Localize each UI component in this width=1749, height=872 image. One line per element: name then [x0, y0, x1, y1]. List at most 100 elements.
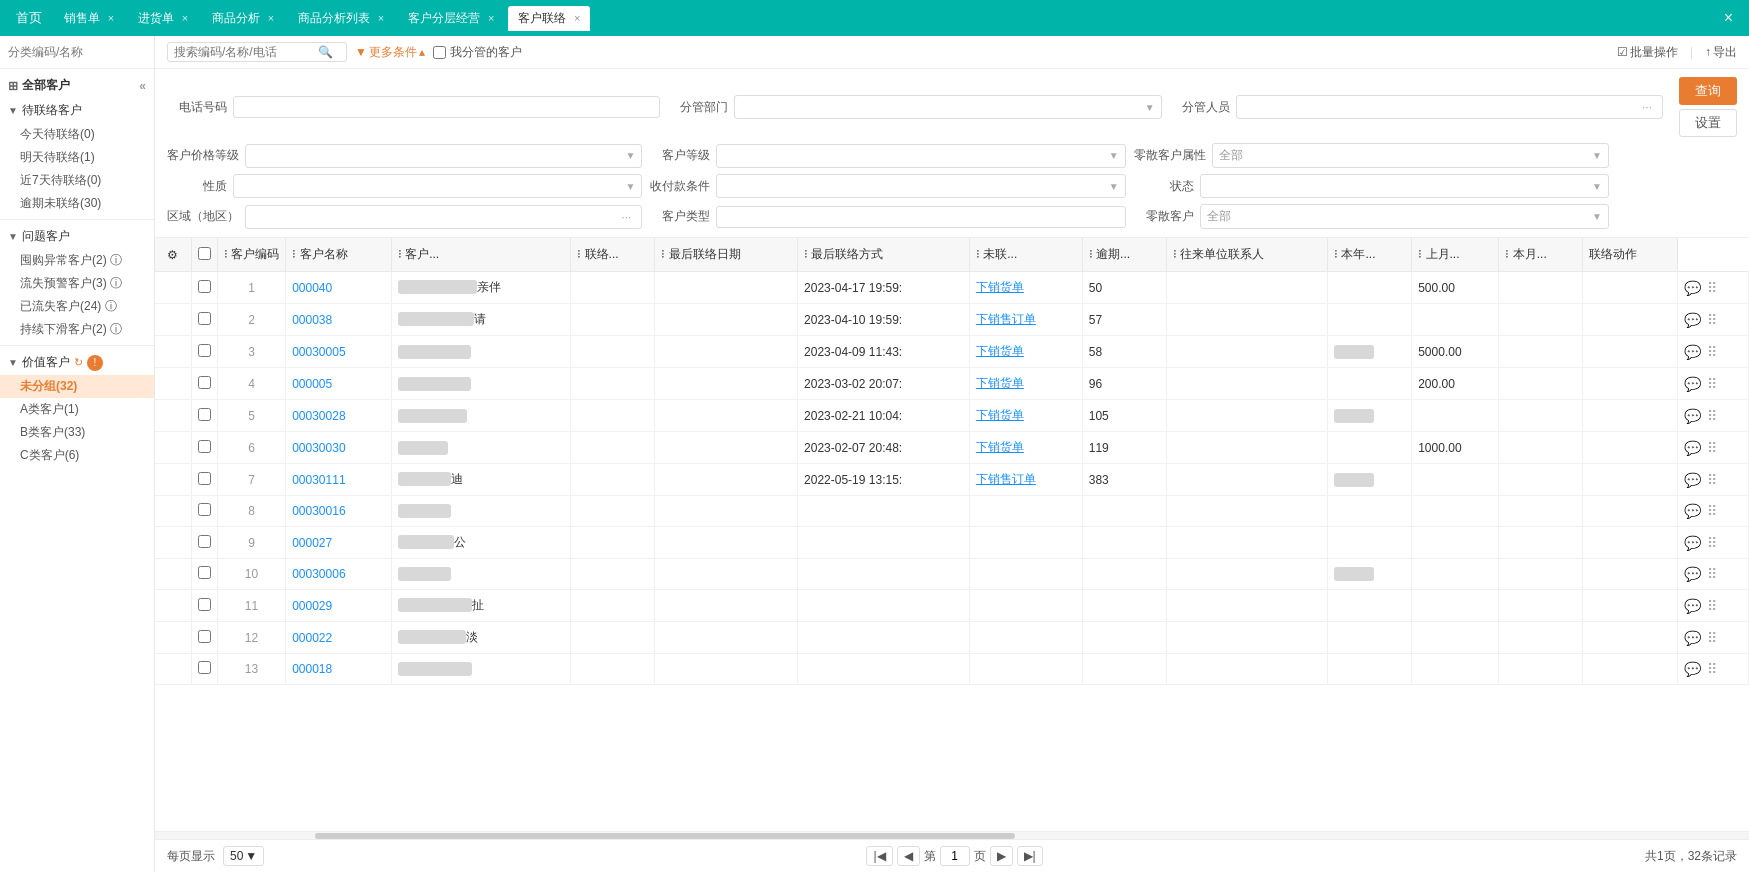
row-checkbox[interactable]: [198, 535, 211, 548]
chat-icon[interactable]: 💬: [1684, 344, 1701, 360]
refresh-icon[interactable]: ↻: [74, 356, 83, 369]
row-checkbox[interactable]: [198, 312, 211, 325]
query-button[interactable]: 查询: [1679, 77, 1737, 105]
filter-payment-select[interactable]: ▼: [716, 174, 1125, 198]
my-customers-check-input[interactable]: [433, 46, 446, 59]
filter-manager-dots[interactable]: ···: [1638, 100, 1656, 114]
filter-retail-customer-select[interactable]: 全部 ▼: [1200, 204, 1609, 229]
chat-icon[interactable]: 💬: [1684, 472, 1701, 488]
row-last-contact-method[interactable]: [969, 622, 1082, 654]
row-last-contact-method[interactable]: 下销货单: [969, 336, 1082, 368]
contact-method-link[interactable]: 下销货单: [976, 280, 1024, 294]
row-code[interactable]: 000018: [286, 654, 392, 685]
first-page-button[interactable]: |◀: [866, 846, 892, 866]
chat-icon[interactable]: 💬: [1684, 661, 1701, 677]
row-checkbox[interactable]: [198, 630, 211, 643]
chat-icon[interactable]: 💬: [1684, 535, 1701, 551]
sidebar-item-declining[interactable]: 持续下滑客户(2) ⓘ: [0, 318, 154, 341]
close-tab-customer-contact-icon[interactable]: ×: [574, 12, 580, 24]
sidebar-item-today-pending[interactable]: 今天待联络(0): [0, 123, 154, 146]
sidebar-item-tomorrow-pending[interactable]: 明天待联络(1): [0, 146, 154, 169]
sidebar-item-week-pending[interactable]: 近7天待联络(0): [0, 169, 154, 192]
row-checkbox[interactable]: [198, 280, 211, 293]
row-checkbox-cell[interactable]: [191, 432, 217, 464]
row-checkbox[interactable]: [198, 503, 211, 516]
row-last-contact-method[interactable]: 下销货单: [969, 432, 1082, 464]
row-code[interactable]: 000005: [286, 368, 392, 400]
row-checkbox-cell[interactable]: [191, 622, 217, 654]
row-code[interactable]: 00030016: [286, 496, 392, 527]
row-last-contact-method[interactable]: 下销货单: [969, 272, 1082, 304]
row-last-contact-method[interactable]: [969, 590, 1082, 622]
close-tab-analysis-icon[interactable]: ×: [268, 12, 274, 24]
row-checkbox[interactable]: [198, 376, 211, 389]
chat-icon[interactable]: 💬: [1684, 312, 1701, 328]
chat-icon[interactable]: 💬: [1684, 376, 1701, 392]
row-checkbox-cell[interactable]: [191, 304, 217, 336]
sidebar-item-ungrouped[interactable]: 未分组(32): [0, 375, 154, 398]
nav-home[interactable]: 首页: [8, 5, 50, 31]
more-icon[interactable]: ⠿: [1707, 344, 1717, 360]
nav-tab-analysis[interactable]: 商品分析 ×: [202, 6, 284, 31]
row-checkbox[interactable]: [198, 408, 211, 421]
row-checkbox-cell[interactable]: [191, 590, 217, 622]
filter-status-select[interactable]: ▼: [1200, 174, 1609, 198]
sidebar-item-class-c[interactable]: C类客户(6): [0, 444, 154, 467]
search-input[interactable]: [174, 45, 314, 59]
row-checkbox-cell[interactable]: [191, 272, 217, 304]
nav-tab-purchase[interactable]: 进货单 ×: [128, 6, 198, 31]
filter-more-conditions[interactable]: ▼ 更多条件 ▴: [355, 44, 425, 61]
chat-icon[interactable]: 💬: [1684, 280, 1701, 296]
contact-method-link[interactable]: 下销售订单: [976, 312, 1036, 326]
search-icon[interactable]: 🔍: [318, 45, 333, 59]
scrollbar-thumb[interactable]: [315, 833, 1015, 839]
nav-tab-analysis-list[interactable]: 商品分析列表 ×: [288, 6, 394, 31]
more-icon[interactable]: ⠿: [1707, 535, 1717, 551]
contact-method-link[interactable]: 下销货单: [976, 408, 1024, 422]
row-last-contact-method[interactable]: [969, 496, 1082, 527]
row-code[interactable]: 00030028: [286, 400, 392, 432]
row-checkbox-cell[interactable]: [191, 368, 217, 400]
row-code[interactable]: 000040: [286, 272, 392, 304]
chat-icon[interactable]: 💬: [1684, 598, 1701, 614]
filter-customer-tier-select[interactable]: ▼: [716, 144, 1125, 168]
row-checkbox[interactable]: [198, 566, 211, 579]
collapse-sidebar-icon[interactable]: «: [139, 79, 146, 93]
row-checkbox-cell[interactable]: [191, 527, 217, 559]
row-code[interactable]: 000029: [286, 590, 392, 622]
last-page-button[interactable]: ▶|: [1017, 846, 1043, 866]
row-code[interactable]: 00030030: [286, 432, 392, 464]
more-icon[interactable]: ⠿: [1707, 661, 1717, 677]
more-icon[interactable]: ⠿: [1707, 630, 1717, 646]
nav-tab-sales[interactable]: 销售单 ×: [54, 6, 124, 31]
close-tab-sales-icon[interactable]: ×: [108, 12, 114, 24]
row-checkbox-cell[interactable]: [191, 559, 217, 590]
filter-region-dots[interactable]: ···: [617, 210, 635, 224]
more-icon[interactable]: ⠿: [1707, 312, 1717, 328]
window-close-button[interactable]: ×: [1716, 5, 1741, 31]
more-icon[interactable]: ⠿: [1707, 503, 1717, 519]
filter-retail-attr-select[interactable]: 全部 ▼: [1212, 143, 1609, 168]
row-last-contact-method[interactable]: [969, 527, 1082, 559]
export-button[interactable]: ↑ 导出: [1705, 44, 1737, 61]
row-checkbox[interactable]: [198, 598, 211, 611]
sidebar-item-churned[interactable]: 已流失客户(24) ⓘ: [0, 295, 154, 318]
chat-icon[interactable]: 💬: [1684, 440, 1701, 456]
all-customers-header[interactable]: ⊞ 全部客户 «: [0, 69, 154, 98]
filter-price-tier-select[interactable]: ▼: [245, 144, 642, 168]
row-checkbox[interactable]: [198, 344, 211, 357]
sidebar-item-churn-warning[interactable]: 流失预警客户(3) ⓘ: [0, 272, 154, 295]
close-tab-purchase-icon[interactable]: ×: [182, 12, 188, 24]
more-icon[interactable]: ⠿: [1707, 408, 1717, 424]
row-checkbox-cell[interactable]: [191, 336, 217, 368]
page-number-input[interactable]: [940, 846, 970, 866]
row-code[interactable]: 00030111: [286, 464, 392, 496]
filter-customer-type-input[interactable]: [716, 206, 1125, 228]
row-code[interactable]: 000027: [286, 527, 392, 559]
chat-icon[interactable]: 💬: [1684, 408, 1701, 424]
chat-icon[interactable]: 💬: [1684, 566, 1701, 582]
row-last-contact-method[interactable]: 下销售订单: [969, 464, 1082, 496]
close-tab-analysis-list-icon[interactable]: ×: [378, 12, 384, 24]
sidebar-group-pending[interactable]: ▼ 待联络客户: [0, 98, 154, 123]
reset-button[interactable]: 设置: [1679, 109, 1737, 137]
